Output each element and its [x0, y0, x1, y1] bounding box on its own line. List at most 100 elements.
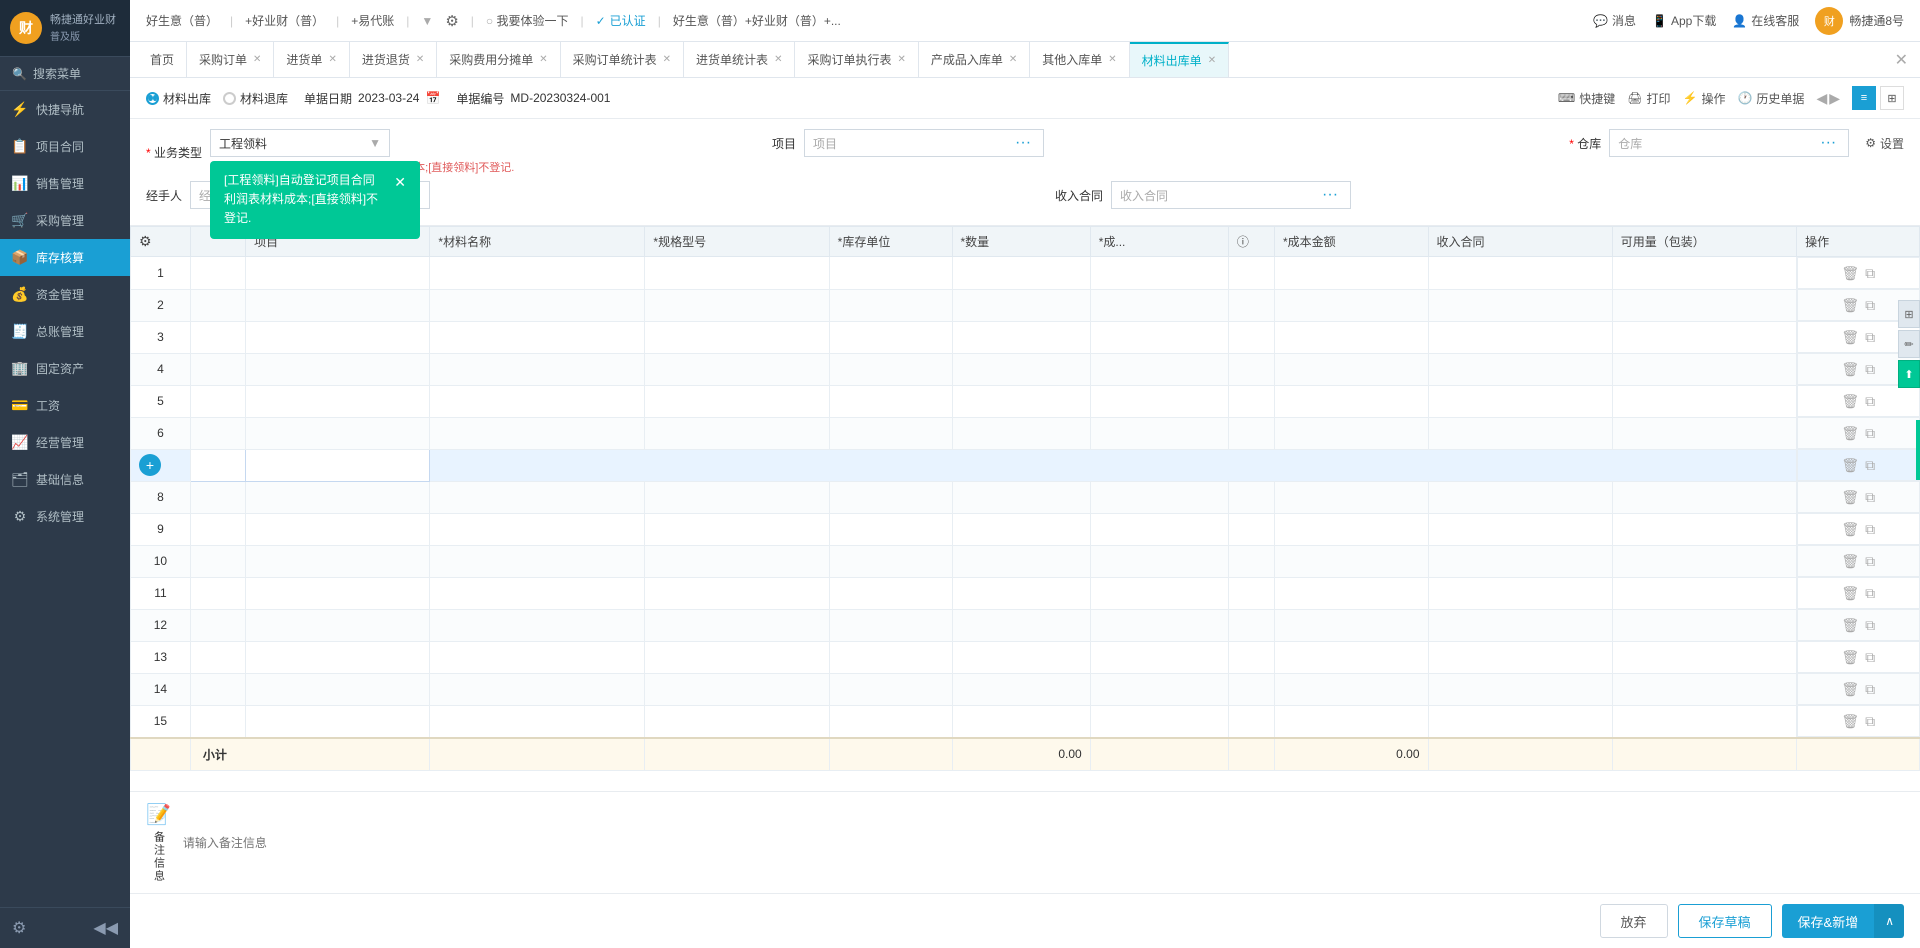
- topbar-service[interactable]: 👤 在线客服: [1732, 12, 1799, 29]
- close-tab-goods-stats[interactable]: ✕: [774, 54, 782, 65]
- tab-home[interactable]: 首页: [138, 42, 187, 78]
- delete-row-icon[interactable]: 🗑: [1841, 521, 1859, 538]
- empty-cell[interactable]: [246, 321, 430, 353]
- empty-cell[interactable]: [952, 481, 1090, 513]
- delete-row-icon[interactable]: 🗑: [1841, 393, 1859, 410]
- close-tab-material-issue[interactable]: ✕: [1208, 55, 1216, 66]
- th-qty[interactable]: *数量: [952, 227, 1090, 257]
- new-cell-1[interactable]: [190, 449, 245, 481]
- empty-cell[interactable]: [1428, 705, 1612, 738]
- business-type-select[interactable]: 工程领料 ▼: [210, 129, 390, 157]
- empty-cell[interactable]: [829, 481, 952, 513]
- empty-cell[interactable]: [1428, 481, 1612, 513]
- empty-cell[interactable]: [190, 353, 245, 385]
- empty-cell[interactable]: [190, 641, 245, 673]
- tab-goods-receipt[interactable]: 进货单✕: [274, 42, 349, 78]
- empty-cell[interactable]: [246, 385, 430, 417]
- empty-cell[interactable]: [829, 673, 952, 705]
- close-tab-finished-goods[interactable]: ✕: [1009, 54, 1017, 65]
- sidebar-item-assets[interactable]: 🏢 固定资产: [0, 350, 130, 387]
- empty-cell[interactable]: [430, 289, 645, 321]
- empty-cell[interactable]: [1428, 513, 1612, 545]
- empty-cell[interactable]: [430, 513, 645, 545]
- empty-cell[interactable]: [645, 641, 829, 673]
- empty-cell[interactable]: [246, 289, 430, 321]
- topbar-trial[interactable]: ○ 我要体验一下: [486, 12, 569, 29]
- topbar-certified[interactable]: ✓ 已认证: [596, 12, 646, 29]
- add-row-button[interactable]: +: [139, 454, 161, 476]
- warehouse-dots[interactable]: ···: [1816, 134, 1840, 152]
- close-tab-purchase-stats[interactable]: ✕: [663, 54, 671, 65]
- close-tab-other-receipt[interactable]: ✕: [1108, 54, 1116, 65]
- empty-cell[interactable]: [190, 673, 245, 705]
- empty-cell[interactable]: [1428, 641, 1612, 673]
- empty-cell[interactable]: [645, 481, 829, 513]
- empty-cell[interactable]: [645, 353, 829, 385]
- sidebar-item-finance[interactable]: 💰 资金管理: [0, 276, 130, 313]
- project-select[interactable]: 项目 ···: [804, 129, 1044, 157]
- empty-cell[interactable]: [1228, 577, 1274, 609]
- empty-cell[interactable]: [1274, 481, 1428, 513]
- empty-cell[interactable]: [1428, 577, 1612, 609]
- close-tab-purchase-expense[interactable]: ✕: [539, 54, 547, 65]
- empty-cell[interactable]: [1612, 513, 1796, 545]
- radio-material-return[interactable]: 材料退库: [223, 90, 288, 107]
- copy-row-icon[interactable]: ⧉: [1865, 457, 1875, 474]
- tooltip-close-icon[interactable]: ✕: [394, 171, 406, 193]
- empty-cell[interactable]: [1612, 641, 1796, 673]
- empty-cell[interactable]: [645, 673, 829, 705]
- empty-cell[interactable]: [1228, 289, 1274, 321]
- tab-purchase-stats[interactable]: 采购订单统计表✕: [561, 42, 684, 78]
- empty-cell[interactable]: [1274, 609, 1428, 641]
- empty-cell[interactable]: [1228, 609, 1274, 641]
- tabbar-close-all[interactable]: ✕: [1883, 50, 1920, 70]
- empty-cell[interactable]: [190, 513, 245, 545]
- empty-cell[interactable]: [1428, 545, 1612, 577]
- empty-cell[interactable]: [190, 545, 245, 577]
- empty-cell[interactable]: [1428, 257, 1612, 290]
- copy-row-icon[interactable]: ⧉: [1865, 329, 1875, 346]
- operate-btn[interactable]: ⚡ 操作: [1683, 90, 1726, 107]
- copy-row-icon[interactable]: ⧉: [1865, 361, 1875, 378]
- add-btn-cell[interactable]: +: [131, 449, 191, 481]
- empty-cell[interactable]: [1228, 353, 1274, 385]
- tab-other-receipt[interactable]: 其他入库单✕: [1030, 42, 1129, 78]
- delete-row-icon[interactable]: 🗑: [1841, 265, 1859, 282]
- sidebar-search[interactable]: 🔍 搜索菜单: [0, 57, 130, 91]
- right-tool-btn-3[interactable]: ⬆: [1898, 360, 1920, 388]
- empty-cell[interactable]: [246, 641, 430, 673]
- empty-cell[interactable]: [645, 321, 829, 353]
- new-cells-rest[interactable]: [430, 449, 1797, 481]
- empty-cell[interactable]: [190, 417, 245, 449]
- topbar-expand-icon[interactable]: ▼: [421, 14, 433, 28]
- save-new-button[interactable]: 保存&新增: [1782, 904, 1875, 938]
- empty-cell[interactable]: [190, 481, 245, 513]
- empty-cell[interactable]: [645, 385, 829, 417]
- empty-cell[interactable]: [190, 321, 245, 353]
- empty-cell[interactable]: [645, 257, 829, 290]
- history-btn[interactable]: 🕐 历史单据: [1737, 90, 1804, 107]
- th-unit[interactable]: *库存单位: [829, 227, 952, 257]
- copy-row-icon[interactable]: ⧉: [1865, 489, 1875, 506]
- empty-cell[interactable]: [246, 481, 430, 513]
- shortcut-btn[interactable]: ⌨ 快捷键: [1558, 90, 1615, 107]
- discard-button[interactable]: 放弃: [1600, 904, 1668, 938]
- topbar-yidaizhang[interactable]: +易代账: [351, 12, 394, 29]
- sidebar-item-purchase[interactable]: 🛒 采购管理: [0, 202, 130, 239]
- income-contract-select[interactable]: 收入合同 ···: [1111, 181, 1351, 209]
- copy-row-icon[interactable]: ⧉: [1865, 297, 1875, 314]
- topbar-appdownload[interactable]: 📱 App下载: [1652, 12, 1716, 29]
- empty-cell[interactable]: [1274, 641, 1428, 673]
- empty-cell[interactable]: [829, 353, 952, 385]
- empty-cell[interactable]: [430, 609, 645, 641]
- empty-cell[interactable]: [645, 705, 829, 738]
- empty-cell[interactable]: [430, 321, 645, 353]
- sidebar-item-basic[interactable]: 🗂 基础信息: [0, 461, 130, 498]
- empty-cell[interactable]: [952, 289, 1090, 321]
- empty-cell[interactable]: [430, 481, 645, 513]
- empty-cell[interactable]: [1228, 641, 1274, 673]
- tab-purchase-exec[interactable]: 采购订单执行表✕: [795, 42, 918, 78]
- date-value[interactable]: 2023-03-24: [358, 91, 419, 105]
- calendar-icon[interactable]: 📅: [425, 91, 440, 105]
- empty-cell[interactable]: [952, 705, 1090, 738]
